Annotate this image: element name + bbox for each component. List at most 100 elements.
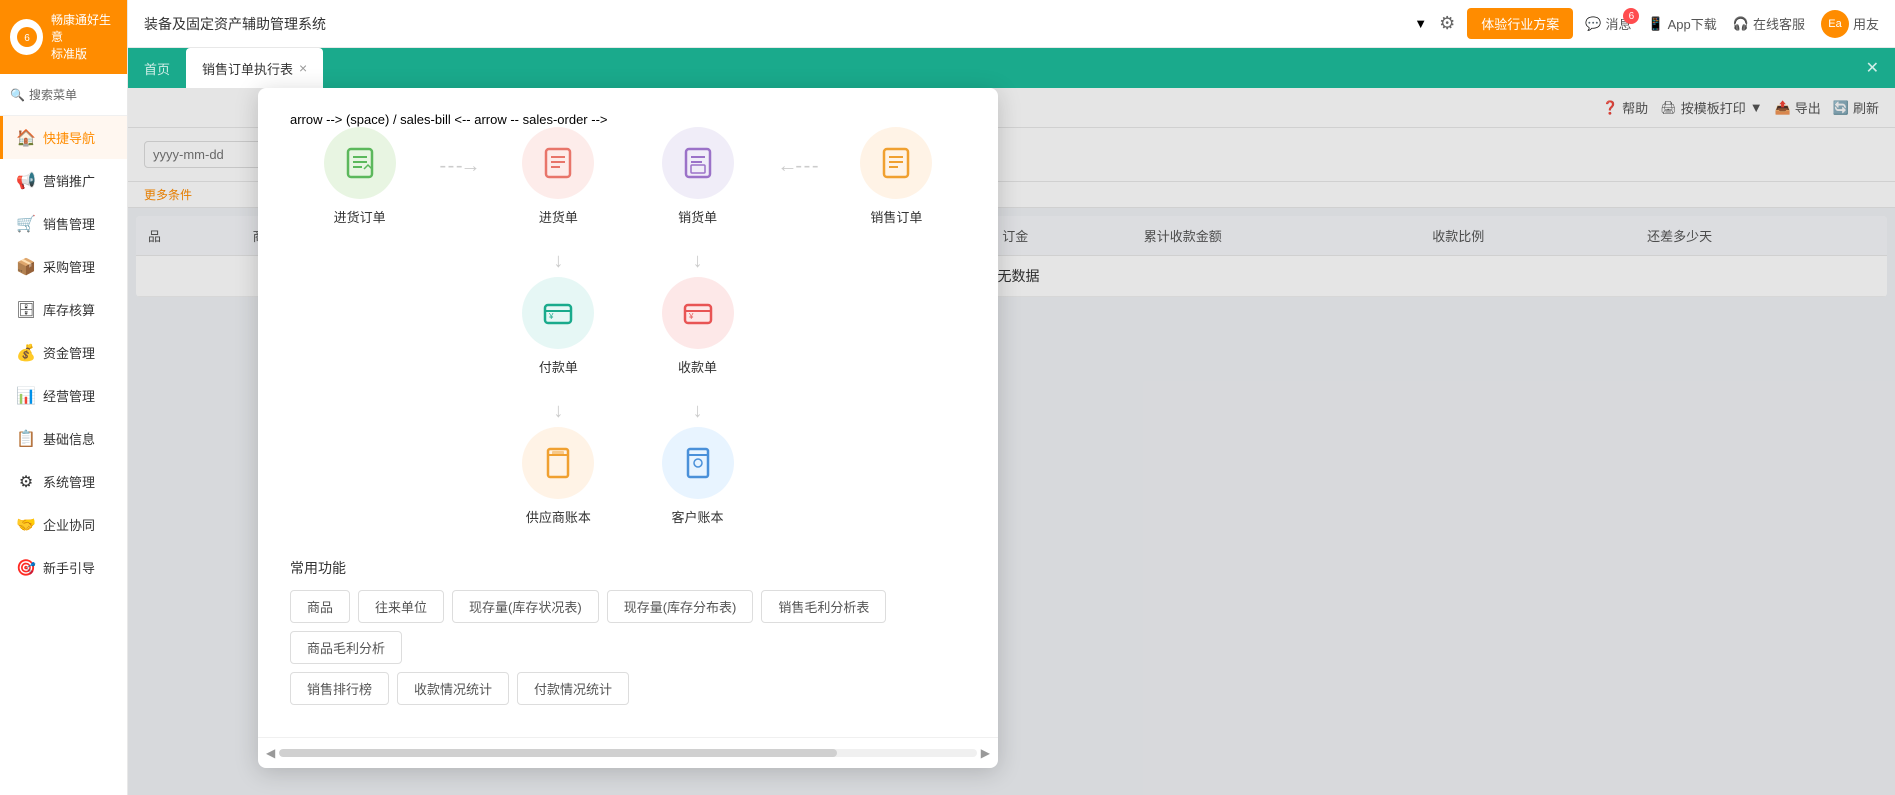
purchase-order-circle	[324, 127, 396, 199]
sales-bill-label: 销货单	[678, 207, 717, 226]
inventory-icon: 🗄	[17, 301, 35, 319]
supplier-ledger-node[interactable]: 供应商账本	[522, 427, 594, 526]
sidebar-item-quick-nav[interactable]: 🏠 快捷导航	[0, 116, 127, 159]
flow-modal: arrow --> (space) / sales-bill <-- arrow…	[258, 88, 998, 768]
sidebar-item-system[interactable]: ⚙ 系统管理	[0, 460, 127, 503]
svg-text:¥: ¥	[688, 312, 694, 321]
flow-row-3: ↓ 供应商账本	[290, 400, 966, 526]
arrow-sb-down: ↓	[693, 250, 703, 273]
message-icon: 💬	[1585, 16, 1601, 32]
receipt-bill-label: 收款单	[678, 357, 717, 376]
sidebar-item-sales[interactable]: 🛒 销售管理	[0, 202, 127, 245]
sidebar-item-inventory[interactable]: 🗄 库存核算	[0, 288, 127, 331]
sidebar-item-finance[interactable]: 💰 资金管理	[0, 331, 127, 374]
online-service-action[interactable]: 🎧 在线客服	[1733, 14, 1805, 33]
search-menu-button[interactable]: 🔍 搜索菜单	[10, 82, 117, 107]
system-title: 装备及固定资产辅助管理系统	[144, 14, 1402, 34]
tab-home[interactable]: 首页	[128, 48, 186, 88]
func-buttons-row2: 销售排行榜 收款情况统计 付款情况统计	[290, 672, 966, 705]
main-area: 装备及固定资产辅助管理系统 ▼ ⚙ 体验行业方案 💬 消息 6 📱 App下载 …	[128, 0, 1895, 795]
logo-text: 畅康通好生意 标准版	[51, 12, 117, 62]
sales-bill-circle	[662, 127, 734, 199]
trial-button[interactable]: 体验行业方案	[1467, 8, 1573, 39]
svg-text:6: 6	[24, 33, 30, 44]
customer-ledger-node[interactable]: 客户账本	[662, 427, 734, 526]
sidebar-item-marketing[interactable]: 📢 营销推广	[0, 159, 127, 202]
topbar-dropdown[interactable]: ▼	[1414, 16, 1427, 31]
purchase-icon: 📦	[17, 258, 35, 276]
logo-icon: 6	[10, 19, 43, 55]
scroll-right-icon[interactable]: ▶	[981, 746, 990, 760]
customer-ledger-label: 客户账本	[672, 507, 724, 526]
topbar: 装备及固定资产辅助管理系统 ▼ ⚙ 体验行业方案 💬 消息 6 📱 App下载 …	[128, 0, 1895, 48]
sales-order-circle	[860, 127, 932, 199]
sales-order-node[interactable]: 销售订单	[827, 127, 966, 226]
purchase-bill-label: 进货单	[539, 207, 578, 226]
settings-icon[interactable]: ⚙	[1439, 13, 1455, 34]
purchase-bill-node[interactable]: 进货单	[489, 127, 628, 226]
func-btn-receipt-stats[interactable]: 收款情况统计	[397, 672, 509, 705]
app-download-action[interactable]: 📱 App下载	[1647, 14, 1716, 33]
user-action[interactable]: Ea 用友	[1821, 10, 1879, 38]
avatar: Ea	[1821, 10, 1849, 38]
func-btn-sales-rank[interactable]: 销售排行榜	[290, 672, 389, 705]
tab-sales-order-exec[interactable]: 销售订单执行表 ×	[186, 48, 323, 88]
close-all-tabs-button[interactable]: ✕	[1866, 58, 1879, 78]
sidebar-item-enterprise[interactable]: 🤝 企业协同	[0, 503, 127, 546]
arrow-po-to-pb: - - -→	[429, 127, 489, 178]
modal-scrollbar: ◀ ▶	[258, 737, 998, 768]
tabbar: 首页 销售订单执行表 × ✕	[128, 48, 1895, 88]
scroll-left-icon[interactable]: ◀	[266, 746, 275, 760]
marketing-icon: 📢	[17, 172, 35, 190]
payment-bill-label: 付款单	[539, 357, 578, 376]
sales-bill-node[interactable]: 销货单	[628, 127, 767, 226]
basic-info-icon: 📋	[17, 430, 35, 448]
arrow-payment-down: ↓	[553, 400, 563, 423]
sales-order-label: 销售订单	[870, 207, 922, 226]
tab-close-icon[interactable]: ×	[299, 60, 307, 76]
common-functions-section: 常用功能 商品 往来单位 现存量(库存状况表) 现存量(库存分布表) 销售毛利分…	[290, 558, 966, 705]
supplier-ledger-circle	[522, 427, 594, 499]
func-btn-stock-status[interactable]: 现存量(库存状况表)	[452, 590, 599, 623]
search-icon: 🔍	[10, 88, 25, 102]
sidebar-item-newbie[interactable]: 🎯 新手引导	[0, 546, 127, 589]
sidebar-item-basic-info[interactable]: 📋 基础信息	[0, 417, 127, 460]
operations-icon: 📊	[17, 387, 35, 405]
func-buttons-row1: 商品 往来单位 现存量(库存状况表) 现存量(库存分布表) 销售毛利分析表 商品…	[290, 590, 966, 664]
func-btn-goods-margin[interactable]: 商品毛利分析	[290, 631, 402, 664]
arrow-so-to-sb: ←- - -	[767, 127, 827, 178]
purchase-bill-circle	[522, 127, 594, 199]
sidebar: 6 畅康通好生意 标准版 🔍 搜索菜单 🏠 快捷导航 📢 营销推广 �	[0, 0, 128, 795]
arrow-pb-down: ↓	[553, 250, 563, 273]
sales-icon: 🛒	[17, 215, 35, 233]
content-area: ❓ 帮助 🖨 按模板打印 ▼ 📤 导出 🔄 刷新	[128, 88, 1895, 795]
system-icon: ⚙	[17, 473, 35, 491]
scrollbar-track[interactable]	[279, 749, 977, 757]
sidebar-search-section: 🔍 搜索菜单	[0, 74, 127, 116]
sidebar-nav: 🏠 快捷导航 📢 营销推广 🛒 销售管理 📦 采购管理 🗄 库存核算 💰	[0, 116, 127, 795]
message-action[interactable]: 💬 消息 6	[1585, 14, 1631, 33]
purchase-order-node[interactable]: 进货订单	[290, 127, 429, 226]
func-btn-sales-margin[interactable]: 销售毛利分析表	[761, 590, 886, 623]
customer-ledger-col: ↓ 客户账本	[628, 400, 767, 526]
flow-row-2: ↓ ¥ 付款单	[290, 250, 966, 376]
receipt-bill-node[interactable]: ¥ 收款单	[662, 277, 734, 376]
sidebar-item-operations[interactable]: 📊 经营管理	[0, 374, 127, 417]
purchase-order-label: 进货订单	[334, 207, 386, 226]
func-btn-contacts[interactable]: 往来单位	[358, 590, 444, 623]
func-btn-goods[interactable]: 商品	[290, 590, 350, 623]
sidebar-item-purchase[interactable]: 📦 采购管理	[0, 245, 127, 288]
func-btn-payment-stats[interactable]: 付款情况统计	[517, 672, 629, 705]
arrow-receipt-down: ↓	[693, 400, 703, 423]
modal-body: arrow --> (space) / sales-bill <-- arrow…	[258, 88, 998, 737]
message-badge: 6	[1623, 8, 1639, 24]
dropdown-arrow-icon: ▼	[1414, 16, 1427, 31]
flow-row-1: 进货订单 - - -→	[290, 127, 966, 226]
finance-icon: 💰	[17, 344, 35, 362]
quick-nav-icon: 🏠	[17, 129, 35, 147]
topbar-actions: 💬 消息 6 📱 App下载 🎧 在线客服 Ea 用友	[1585, 10, 1879, 38]
receipt-bill-circle: ¥	[662, 277, 734, 349]
payment-bill-node[interactable]: ¥ 付款单	[522, 277, 594, 376]
func-btn-stock-dist[interactable]: 现存量(库存分布表)	[607, 590, 754, 623]
service-icon: 🎧	[1733, 16, 1749, 32]
